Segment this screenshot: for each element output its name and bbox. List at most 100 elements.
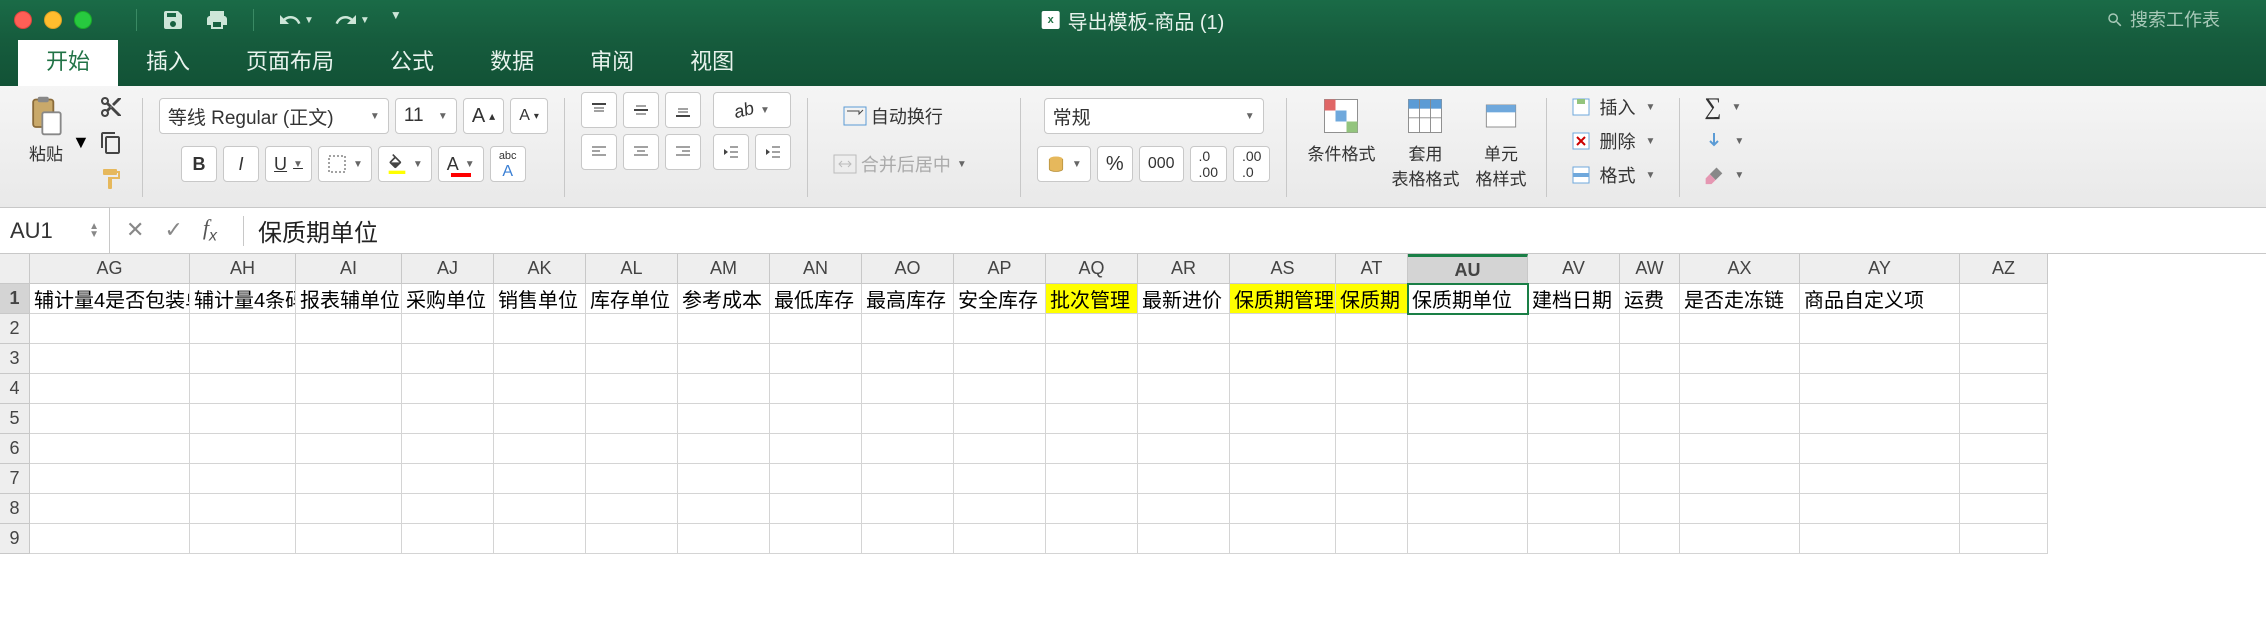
row-header-7[interactable]: 7 <box>0 464 30 494</box>
cell-AK7[interactable] <box>494 464 586 494</box>
row-header-1[interactable]: 1 <box>0 284 30 314</box>
cell-AJ4[interactable] <box>402 374 494 404</box>
cell-AU4[interactable] <box>1408 374 1528 404</box>
cell-AG6[interactable] <box>30 434 190 464</box>
cell-AZ4[interactable] <box>1960 374 2048 404</box>
cell-AN6[interactable] <box>770 434 862 464</box>
cell-AX8[interactable] <box>1680 494 1800 524</box>
cell-AL1[interactable]: 库存单位 <box>586 284 678 314</box>
cell-AL3[interactable] <box>586 344 678 374</box>
cell-AS7[interactable] <box>1230 464 1336 494</box>
column-header-AO[interactable]: AO <box>862 254 954 284</box>
cell-AI8[interactable] <box>296 494 402 524</box>
cell-AG5[interactable] <box>30 404 190 434</box>
cell-AO6[interactable] <box>862 434 954 464</box>
cell-AP4[interactable] <box>954 374 1046 404</box>
cell-AW9[interactable] <box>1620 524 1680 554</box>
clear-button[interactable]: ▼ <box>1696 160 1752 190</box>
cell-AW4[interactable] <box>1620 374 1680 404</box>
cancel-formula-button[interactable]: ✕ <box>126 217 144 243</box>
cell-AG4[interactable] <box>30 374 190 404</box>
conditional-format-button[interactable]: 条件格式 <box>1303 92 1379 167</box>
cell-AU9[interactable] <box>1408 524 1528 554</box>
cell-AQ4[interactable] <box>1046 374 1138 404</box>
font-color-button[interactable]: A▼ <box>438 146 484 182</box>
cell-AO5[interactable] <box>862 404 954 434</box>
font-name-select[interactable]: 等线 Regular (正文)▼ <box>159 98 389 134</box>
tab-data[interactable]: 数据 <box>462 34 562 86</box>
cell-AW8[interactable] <box>1620 494 1680 524</box>
cell-AW7[interactable] <box>1620 464 1680 494</box>
cell-AV1[interactable]: 建档日期 <box>1528 284 1620 314</box>
cell-AS2[interactable] <box>1230 314 1336 344</box>
cell-AH9[interactable] <box>190 524 296 554</box>
cell-AY1[interactable]: 商品自定义项 <box>1800 284 1960 314</box>
cell-AG2[interactable] <box>30 314 190 344</box>
cell-AV5[interactable] <box>1528 404 1620 434</box>
cell-AK4[interactable] <box>494 374 586 404</box>
cell-AY9[interactable] <box>1800 524 1960 554</box>
cell-AM3[interactable] <box>678 344 770 374</box>
cell-AM1[interactable]: 参考成本 <box>678 284 770 314</box>
cell-AZ2[interactable] <box>1960 314 2048 344</box>
comma-button[interactable]: 000 <box>1139 146 1184 182</box>
cell-AI9[interactable] <box>296 524 402 554</box>
decrease-font-button[interactable]: A▾ <box>510 98 548 134</box>
cell-AN4[interactable] <box>770 374 862 404</box>
select-all-corner[interactable] <box>0 254 30 284</box>
fill-color-button[interactable]: ▼ <box>378 146 432 182</box>
cell-AO4[interactable] <box>862 374 954 404</box>
cell-AK5[interactable] <box>494 404 586 434</box>
cell-AY2[interactable] <box>1800 314 1960 344</box>
cell-AN3[interactable] <box>770 344 862 374</box>
cell-AX1[interactable]: 是否走冻链 <box>1680 284 1800 314</box>
save-icon[interactable] <box>161 8 185 32</box>
cell-AT2[interactable] <box>1336 314 1408 344</box>
column-header-AR[interactable]: AR <box>1138 254 1230 284</box>
cell-AM7[interactable] <box>678 464 770 494</box>
cell-AU3[interactable] <box>1408 344 1528 374</box>
cell-AH8[interactable] <box>190 494 296 524</box>
cell-AI7[interactable] <box>296 464 402 494</box>
cell-AX3[interactable] <box>1680 344 1800 374</box>
increase-decimal-button[interactable]: .0.00 <box>1190 146 1227 182</box>
cell-AV8[interactable] <box>1528 494 1620 524</box>
cell-AX9[interactable] <box>1680 524 1800 554</box>
cell-AQ5[interactable] <box>1046 404 1138 434</box>
column-header-AG[interactable]: AG <box>30 254 190 284</box>
cell-AR4[interactable] <box>1138 374 1230 404</box>
cell-AT4[interactable] <box>1336 374 1408 404</box>
cell-styles-button[interactable]: 单元 格样式 <box>1471 92 1530 192</box>
align-top-button[interactable] <box>581 92 617 128</box>
cell-AL5[interactable] <box>586 404 678 434</box>
cell-AO1[interactable]: 最高库存 <box>862 284 954 314</box>
cell-AW6[interactable] <box>1620 434 1680 464</box>
delete-cells-button[interactable]: 删除▼ <box>1563 126 1663 156</box>
align-center-button[interactable] <box>623 134 659 170</box>
cell-AU2[interactable] <box>1408 314 1528 344</box>
cell-AN7[interactable] <box>770 464 862 494</box>
cell-AU6[interactable] <box>1408 434 1528 464</box>
copy-button[interactable] <box>96 128 126 158</box>
cell-AM4[interactable] <box>678 374 770 404</box>
align-bottom-button[interactable] <box>665 92 701 128</box>
formula-input[interactable] <box>244 208 2266 253</box>
cell-AY3[interactable] <box>1800 344 1960 374</box>
cell-AO8[interactable] <box>862 494 954 524</box>
column-header-AU[interactable]: AU <box>1408 254 1528 284</box>
cell-AI4[interactable] <box>296 374 402 404</box>
wrap-text-button[interactable]: 自动换行 <box>834 98 994 134</box>
column-header-AK[interactable]: AK <box>494 254 586 284</box>
cell-AK8[interactable] <box>494 494 586 524</box>
cell-AL4[interactable] <box>586 374 678 404</box>
cell-AJ8[interactable] <box>402 494 494 524</box>
cell-AH6[interactable] <box>190 434 296 464</box>
cut-button[interactable] <box>96 92 126 122</box>
cell-AU1[interactable]: 保质期单位 <box>1408 284 1528 314</box>
tab-formulas[interactable]: 公式 <box>362 34 462 86</box>
cell-AP6[interactable] <box>954 434 1046 464</box>
paste-button[interactable]: 粘贴 <box>20 92 72 167</box>
cell-AI5[interactable] <box>296 404 402 434</box>
cell-AS8[interactable] <box>1230 494 1336 524</box>
redo-button[interactable]: ▼ <box>334 8 370 32</box>
